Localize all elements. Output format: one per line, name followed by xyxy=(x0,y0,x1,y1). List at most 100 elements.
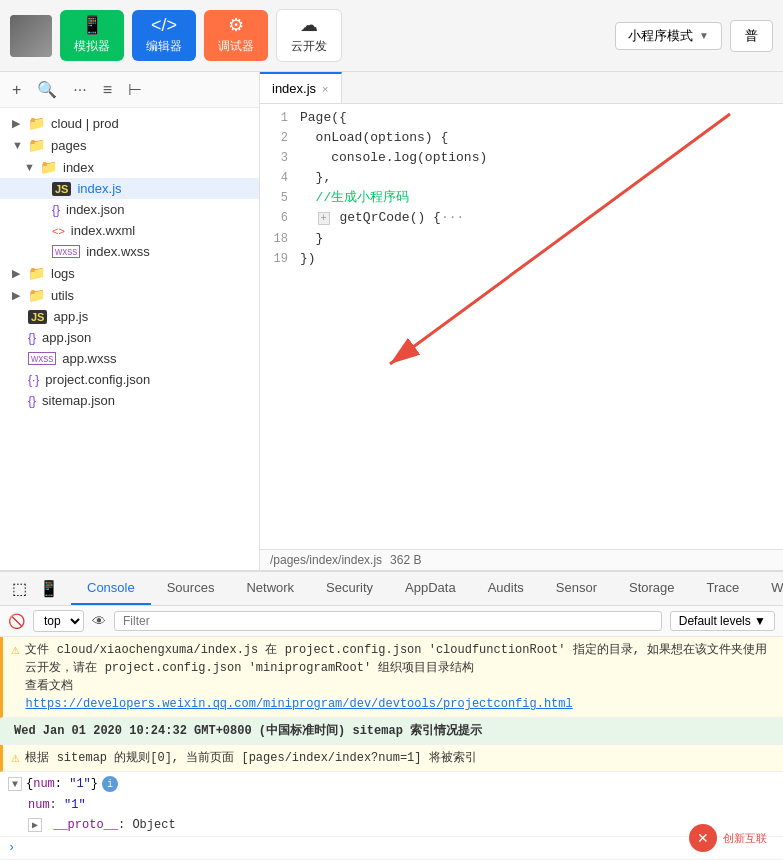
json-icon: {} xyxy=(52,203,60,217)
object-expand-toggle[interactable]: ▼ xyxy=(8,777,22,791)
editor-file-path: /pages/index/index.js xyxy=(270,553,382,567)
console-message-1: ⚠ 文件 cloud/xiaochengxuma/index.js 在 proj… xyxy=(0,637,783,718)
sidebar-toolbar: + 🔍 ··· ≡ ⊢ xyxy=(0,72,259,108)
debugger-icon: ⚙ xyxy=(228,16,244,34)
tree-item-app-json[interactable]: {} app.json xyxy=(0,327,259,348)
wxss-icon-app: wxss xyxy=(28,352,56,365)
tab-security[interactable]: Security xyxy=(310,572,389,605)
responsive-icon[interactable]: 📱 xyxy=(33,579,65,598)
code-editor[interactable]: 1 Page({ 2 onLoad(options) { 3 console.l… xyxy=(260,104,783,549)
wxml-icon: <> xyxy=(52,225,65,237)
tree-item-app-wxss[interactable]: wxss app.wxss xyxy=(0,348,259,369)
console-message-2: ⚠ 根据 sitemap 的规则[0], 当前页面 [pages/index/i… xyxy=(0,745,783,772)
code-line-1: 1 Page({ xyxy=(260,108,783,128)
collapse-button-line6[interactable]: + xyxy=(318,212,330,225)
simulator-icon: 📱 xyxy=(81,16,103,34)
tree-arrow-index: ▼ xyxy=(24,161,36,173)
console-output: ⚠ 文件 cloud/xiaochengxuma/index.js 在 proj… xyxy=(0,637,783,860)
file-label-sitemap: sitemap.json xyxy=(42,393,115,408)
more-button[interactable]: ··· xyxy=(69,79,90,101)
eye-button[interactable]: 👁 xyxy=(92,613,106,629)
editor-tab-index-js[interactable]: index.js × xyxy=(260,72,342,103)
tab-sources[interactable]: Sources xyxy=(151,572,231,605)
code-line-19: 19 }) xyxy=(260,249,783,269)
folder-icon-logs: 📁 xyxy=(28,265,45,281)
add-file-button[interactable]: + xyxy=(8,79,25,101)
mode-selector[interactable]: 小程序模式 ▼ xyxy=(615,22,722,50)
object-child-proto: ▶ __proto__: Object xyxy=(8,818,176,832)
proto-expand-toggle[interactable]: ▶ xyxy=(28,818,42,832)
brand-watermark: ✕ 创新互联 xyxy=(689,824,767,852)
see-doc-label: 查看文档 xyxy=(25,679,73,693)
tree-item-index-folder[interactable]: ▼ 📁 index xyxy=(0,156,259,178)
tree-item-utils[interactable]: ▶ 📁 utils xyxy=(0,284,259,306)
editor-area: index.js × 1 Page({ 2 xyxy=(260,72,783,570)
tab-storage[interactable]: Storage xyxy=(613,572,691,605)
js-icon-app: JS xyxy=(28,310,47,324)
tab-sensor[interactable]: Sensor xyxy=(540,572,613,605)
console-toolbar: 🚫 top 👁 Default levels ▼ xyxy=(0,606,783,637)
folder-icon-pages: 📁 xyxy=(28,137,45,153)
tab-close-button[interactable]: × xyxy=(322,83,328,95)
tab-appdata[interactable]: AppData xyxy=(389,572,472,605)
code-line-3: 3 console.log(options) xyxy=(260,148,783,168)
main-toolbar: 📱 模拟器 </> 编辑器 ⚙ 调试器 ☁ 云开发 小程序模式 ▼ 普 xyxy=(0,0,783,72)
console-input[interactable] xyxy=(25,841,775,855)
layout-button[interactable]: ≡ xyxy=(99,79,116,101)
console-msg-sitemap-content: Wed Jan 01 2020 10:24:32 GMT+0800 (中国标准时… xyxy=(14,722,775,740)
tab-trace[interactable]: Trace xyxy=(691,572,756,605)
cloud-icon: ☁ xyxy=(300,16,318,34)
tree-item-app-js[interactable]: JS app.js xyxy=(0,306,259,327)
cloud-button[interactable]: ☁ 云开发 xyxy=(276,9,342,62)
cloud-label: 云开发 xyxy=(291,38,327,55)
editor-tabs: index.js × xyxy=(260,72,783,104)
tree-item-index-json[interactable]: {} index.json xyxy=(0,199,259,220)
warning-icon-1: ⚠ xyxy=(11,641,19,658)
doc-link[interactable]: https://developers.weixin.qq.com/minipro… xyxy=(25,697,572,711)
file-label-cloud: cloud | prod xyxy=(51,116,119,131)
simulator-button[interactable]: 📱 模拟器 xyxy=(60,10,124,61)
search-button[interactable]: 🔍 xyxy=(33,78,61,101)
file-label-app-js: app.js xyxy=(53,309,88,324)
tree-item-index-wxml[interactable]: <> index.wxml xyxy=(0,220,259,241)
devtools-tabs-bar: ⬚ 📱 Console Sources Network Security App… xyxy=(0,572,783,606)
console-msg-content-1: 文件 cloud/xiaochengxuma/index.js 在 projec… xyxy=(25,641,775,713)
tree-arrow-utils: ▶ xyxy=(12,289,24,302)
tab-network[interactable]: Network xyxy=(230,572,310,605)
tab-audits[interactable]: Audits xyxy=(472,572,540,605)
tree-item-index-wxss[interactable]: wxss index.wxss xyxy=(0,241,259,262)
inspect-icon[interactable]: ⬚ xyxy=(6,579,33,598)
warning-icon-2: ⚠ xyxy=(11,749,19,766)
file-label-project-config: project.config.json xyxy=(45,372,150,387)
context-selector[interactable]: top xyxy=(33,610,84,632)
sitemap-header-text: Wed Jan 01 2020 10:24:32 GMT+0800 (中国标准时… xyxy=(14,724,482,738)
code-line-18: 18 } xyxy=(260,229,783,249)
file-label-app-json: app.json xyxy=(42,330,91,345)
tree-arrow-cloud: ▶ xyxy=(12,117,24,130)
tree-item-sitemap[interactable]: {} sitemap.json xyxy=(0,390,259,411)
clear-console-button[interactable]: 🚫 xyxy=(8,613,25,629)
editor-button[interactable]: </> 编辑器 xyxy=(132,10,196,61)
console-msg-text-2: 根据 sitemap 的规则[0], 当前页面 [pages/index/ind… xyxy=(25,751,476,765)
file-label-pages: pages xyxy=(51,138,86,153)
debugger-button[interactable]: ⚙ 调试器 xyxy=(204,10,268,61)
folder-icon-index: 📁 xyxy=(40,159,57,175)
file-label-index-wxss: index.wxss xyxy=(86,244,150,259)
collapse-button[interactable]: ⊢ xyxy=(124,78,146,101)
tree-item-index-js[interactable]: JS index.js xyxy=(0,178,259,199)
console-filter-input[interactable] xyxy=(114,611,662,631)
level-selector[interactable]: Default levels ▼ xyxy=(670,611,775,631)
main-content: + 🔍 ··· ≡ ⊢ ▶ 📁 cloud | prod ▼ 📁 pages ▼ xyxy=(0,72,783,570)
tree-arrow-logs: ▶ xyxy=(12,267,24,280)
tab-console[interactable]: Console xyxy=(71,572,151,605)
info-badge: i xyxy=(102,776,118,792)
right-button[interactable]: 普 xyxy=(730,20,773,52)
simulator-label: 模拟器 xyxy=(74,38,110,55)
tree-item-project-config[interactable]: {·} project.config.json xyxy=(0,369,259,390)
tree-item-pages[interactable]: ▼ 📁 pages xyxy=(0,134,259,156)
tab-w[interactable]: W xyxy=(755,572,783,605)
tree-item-cloud-prod[interactable]: ▶ 📁 cloud | prod xyxy=(0,112,259,134)
tree-item-logs[interactable]: ▶ 📁 logs xyxy=(0,262,259,284)
object-label: {num: "1"} xyxy=(26,777,98,791)
code-line-2: 2 onLoad(options) { xyxy=(260,128,783,148)
